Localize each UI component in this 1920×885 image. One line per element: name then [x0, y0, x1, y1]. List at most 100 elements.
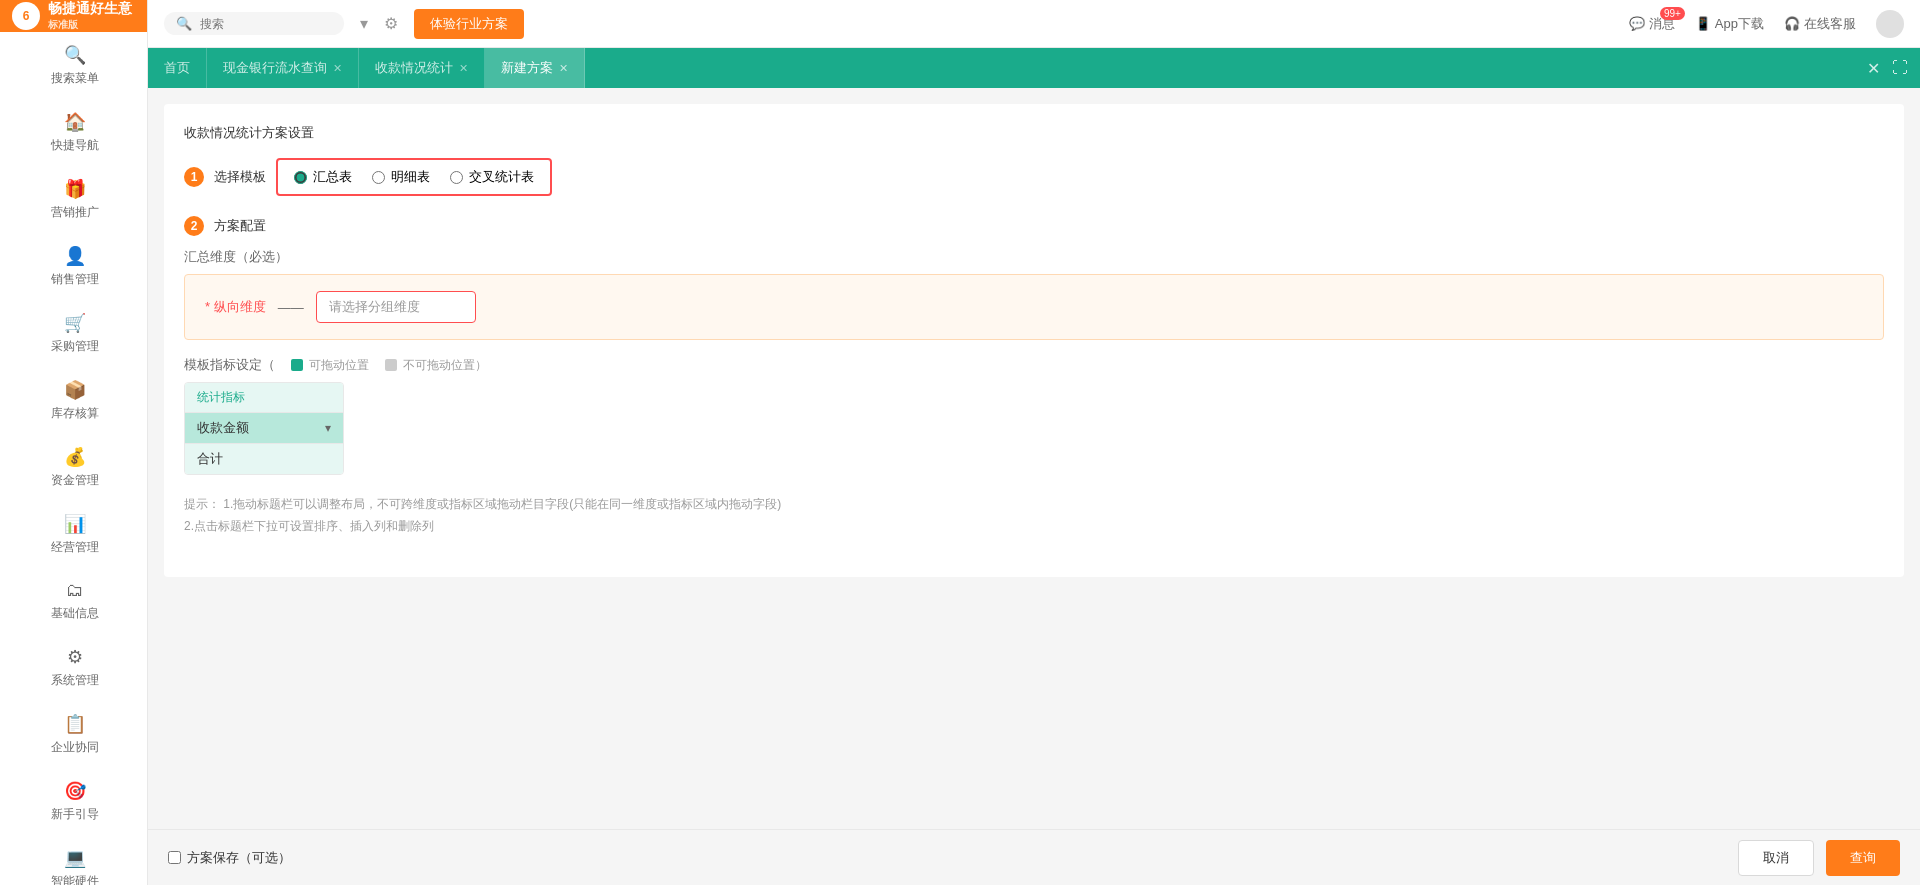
page-title: 收款情况统计方案设置: [184, 124, 1884, 142]
tip-line-2: 2.点击标题栏下拉可设置排序、插入列和删除列: [184, 516, 1884, 538]
tips-section: 提示： 1.拖动标题栏可以调整布局，不可跨维度或指标区域拖动栏目字段(只能在同一…: [184, 494, 1884, 537]
step1-section: 1 选择模板 汇总表 明细表 交叉统计表: [184, 158, 1884, 196]
logo-icon: 6: [12, 2, 40, 30]
tab-expand-icon[interactable]: ⛶: [1892, 59, 1908, 77]
sidebar-item-system[interactable]: ⚙ 系统管理: [0, 634, 147, 701]
message-badge: 99+: [1660, 7, 1685, 20]
tab-home-label: 首页: [164, 59, 190, 77]
drag-hint-non-draggable: 不可拖动位置）: [385, 357, 487, 374]
sidebar-item-guide[interactable]: 🎯 新手引导: [0, 768, 147, 835]
sidebar-item-label: 基础信息: [51, 605, 99, 622]
save-option-checkbox[interactable]: [168, 851, 181, 864]
tip-text-1: 提示： 1.拖动标题栏可以调整布局，不可跨维度或指标区域拖动栏目字段(只能在同一…: [184, 494, 781, 516]
tab-new-plan[interactable]: 新建方案 ✕: [485, 48, 585, 88]
message-icon: 💬: [1629, 16, 1645, 31]
dimension-row-label: * 纵向维度: [205, 298, 266, 316]
radio-summary-input[interactable]: [294, 171, 307, 184]
sidebar-item-label: 资金管理: [51, 472, 99, 489]
sidebar-item-label: 营销推广: [51, 204, 99, 221]
operations-icon: 📊: [64, 513, 86, 535]
tab-collection-stats[interactable]: 收款情况统计 ✕: [359, 48, 485, 88]
radio-detail[interactable]: 明细表: [372, 168, 430, 186]
non-draggable-label: 不可拖动位置）: [403, 357, 487, 374]
industry-btn[interactable]: 体验行业方案: [414, 9, 524, 39]
radio-cross-input[interactable]: [450, 171, 463, 184]
config-section: 汇总维度（必选） * 纵向维度 —— 请选择分组维度 模板指标设定（: [184, 248, 1884, 537]
tab-new-plan-close[interactable]: ✕: [559, 62, 568, 75]
cancel-button[interactable]: 取消: [1738, 840, 1814, 876]
purchase-icon: 🛒: [64, 312, 86, 334]
metrics-cell-chevron-icon[interactable]: ▾: [325, 421, 331, 435]
radio-cross-label: 交叉统计表: [469, 168, 534, 186]
sidebar-item-search-menu[interactable]: 🔍 搜索菜单: [0, 32, 147, 99]
dropdown-icon[interactable]: ▾: [360, 14, 368, 33]
tab-bank-flow-label: 现金银行流水查询: [223, 59, 327, 77]
search-box[interactable]: 🔍: [164, 12, 344, 35]
system-icon: ⚙: [67, 646, 83, 668]
app-edition: 标准版: [48, 18, 132, 32]
tab-collection-stats-close[interactable]: ✕: [459, 62, 468, 75]
main-content: 收款情况统计方案设置 1 选择模板 汇总表 明细表: [148, 88, 1920, 885]
tab-collection-stats-label: 收款情况统计: [375, 59, 453, 77]
sidebar-item-sales[interactable]: 👤 销售管理: [0, 233, 147, 300]
search-menu-icon: 🔍: [64, 44, 86, 66]
tabbar: 首页 现金银行流水查询 ✕ 收款情况统计 ✕ 新建方案 ✕ ✕ ⛶: [148, 48, 1920, 88]
sidebar-item-label: 快捷导航: [51, 137, 99, 154]
radio-summary[interactable]: 汇总表: [294, 168, 352, 186]
radio-cross[interactable]: 交叉统计表: [450, 168, 534, 186]
tab-home[interactable]: 首页: [148, 48, 207, 88]
app-download-item[interactable]: 📱 App下载: [1695, 15, 1764, 33]
dimension-row: * 纵向维度 —— 请选择分组维度: [205, 291, 1863, 323]
dimension-arrow: ——: [278, 300, 304, 315]
non-draggable-badge-icon: [385, 359, 397, 371]
app-name: 畅捷通好生意: [48, 0, 132, 18]
tip-line-1: 提示： 1.拖动标题栏可以调整布局，不可跨维度或指标区域拖动栏目字段(只能在同一…: [184, 494, 1884, 516]
tab-bank-flow[interactable]: 现金银行流水查询 ✕: [207, 48, 359, 88]
user-avatar[interactable]: [1876, 10, 1904, 38]
bottom-actions: 取消 查询: [1738, 840, 1900, 876]
sidebar-item-enterprise[interactable]: 📋 企业协同: [0, 701, 147, 768]
dimension-select[interactable]: 请选择分组维度: [316, 291, 476, 323]
step2-header: 2 方案配置: [184, 216, 1884, 236]
tab-bank-flow-close[interactable]: ✕: [333, 62, 342, 75]
topbar: 🔍 ▾ ⚙ 体验行业方案 💬 消息 99+ 📱 App下载 🎧 在线客服: [148, 0, 1920, 48]
step2-section: 2 方案配置 汇总维度（必选） * 纵向维度 —— 请选择分组维度: [184, 216, 1884, 537]
sidebar-item-smart-hw[interactable]: 💻 智能硬件: [0, 835, 147, 885]
search-input[interactable]: [200, 17, 330, 31]
draggable-badge-icon: [291, 359, 303, 371]
draggable-label: 可拖动位置: [309, 357, 369, 374]
metrics-table: 统计指标 收款金额 ▾ 合计: [184, 382, 344, 475]
step2-title: 方案配置: [214, 217, 266, 235]
marketing-icon: 🎁: [64, 178, 86, 200]
sidebar-item-label: 企业协同: [51, 739, 99, 756]
sidebar-item-basic-info[interactable]: 🗂 基础信息: [0, 568, 147, 634]
online-support-item[interactable]: 🎧 在线客服: [1784, 15, 1856, 33]
guide-icon: 🎯: [64, 780, 86, 802]
gear-icon[interactable]: ⚙: [384, 14, 398, 33]
tabbar-actions: ✕ ⛶: [1855, 48, 1920, 88]
quick-nav-icon: 🏠: [64, 111, 86, 133]
sidebar-item-quick-nav[interactable]: 🏠 快捷导航: [0, 99, 147, 166]
online-support-label: 在线客服: [1804, 15, 1856, 33]
metrics-section: 模板指标设定（ 可拖动位置 不可拖动位置） 统计指标 收: [184, 356, 1884, 478]
app-download-icon: 📱: [1695, 16, 1711, 31]
dimension-subtitle: 汇总维度（必选）: [184, 248, 1884, 266]
sidebar-item-inventory[interactable]: 📦 库存核算: [0, 367, 147, 434]
step1-header: 1 选择模板 汇总表 明细表 交叉统计表: [184, 158, 1884, 196]
metrics-cell-amount-label: 收款金额: [197, 419, 249, 437]
metrics-cell-amount[interactable]: 收款金额 ▾: [185, 413, 343, 444]
tab-close-all-icon[interactable]: ✕: [1867, 59, 1880, 78]
confirm-button[interactable]: 查询: [1826, 840, 1900, 876]
sidebar-item-marketing[interactable]: 🎁 营销推广: [0, 166, 147, 233]
save-option[interactable]: 方案保存（可选）: [168, 849, 291, 867]
topbar-right: 💬 消息 99+ 📱 App下载 🎧 在线客服: [1629, 10, 1904, 38]
tab-new-plan-label: 新建方案: [501, 59, 553, 77]
tip-text-2: 2.点击标题栏下拉可设置排序、插入列和删除列: [184, 516, 434, 538]
radio-detail-input[interactable]: [372, 171, 385, 184]
sidebar-item-purchase[interactable]: 🛒 采购管理: [0, 300, 147, 367]
sidebar-item-label: 经营管理: [51, 539, 99, 556]
sidebar-item-finance[interactable]: 💰 资金管理: [0, 434, 147, 501]
message-item[interactable]: 💬 消息 99+: [1629, 15, 1675, 33]
sidebar-item-operations[interactable]: 📊 经营管理: [0, 501, 147, 568]
sidebar-item-label: 系统管理: [51, 672, 99, 689]
